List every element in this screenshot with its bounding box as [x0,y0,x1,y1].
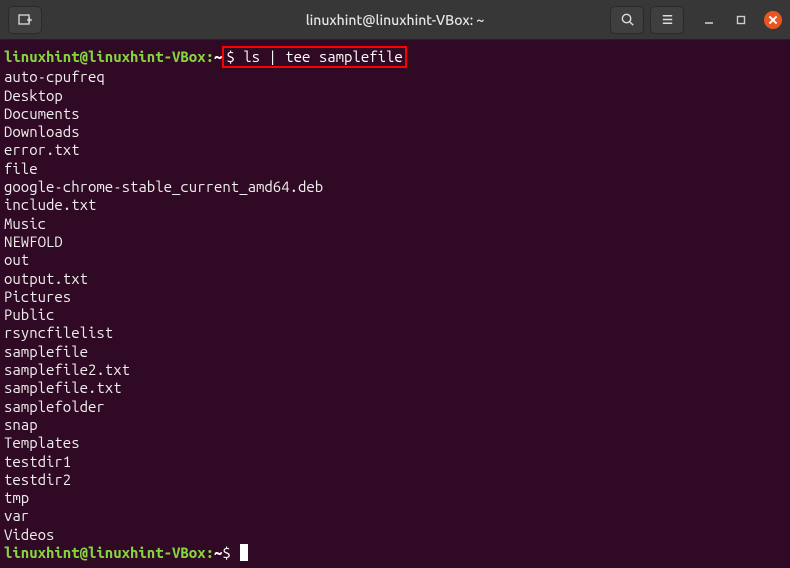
output-line: samplefolder [4,398,786,416]
output-line: testdir1 [4,453,786,471]
close-button[interactable] [764,11,782,29]
command-line-1: linuxhint@linuxhint-VBox:~$ ls | tee sam… [4,46,786,68]
titlebar-left-group [8,6,42,34]
window-titlebar: linuxhint@linuxhint-VBox: ~ [0,0,790,40]
maximize-icon [735,14,747,26]
search-icon [620,12,635,27]
output-line: samplefile.txt [4,379,786,397]
terminal-cursor [240,544,248,561]
maximize-button[interactable] [732,11,750,29]
prompt-symbol: $ [222,544,239,561]
output-line: samplefile [4,343,786,361]
output-line: file [4,160,786,178]
output-line: snap [4,416,786,434]
output-line: google-chrome-stable_current_amd64.deb [4,178,786,196]
output-line: var [4,507,786,525]
output-line: testdir2 [4,471,786,489]
new-tab-button[interactable] [8,6,42,34]
output-line: tmp [4,489,786,507]
output-line: Music [4,215,786,233]
output-line: Desktop [4,87,786,105]
search-button[interactable] [610,6,644,34]
output-line: out [4,251,786,269]
window-controls [700,11,782,29]
prompt-path: ~ [214,48,222,65]
highlighted-command-box: $ ls | tee samplefile [222,46,406,68]
output-line: Videos [4,526,786,544]
prompt-user-host: linuxhint@linuxhint-VBox: [4,544,214,561]
output-line: Public [4,306,786,324]
prompt-user-host: linuxhint@linuxhint-VBox: [4,48,214,65]
output-line: error.txt [4,141,786,159]
window-title: linuxhint@linuxhint-VBox: ~ [306,12,485,28]
output-line: samplefile2.txt [4,361,786,379]
new-tab-icon [17,12,33,28]
output-line: Downloads [4,123,786,141]
output-line: auto-cpufreq [4,68,786,86]
command-text: ls | tee samplefile [243,48,403,65]
terminal-content[interactable]: linuxhint@linuxhint-VBox:~$ ls | tee sam… [0,40,790,568]
output-line: include.txt [4,196,786,214]
titlebar-right-group [610,6,782,34]
output-line: Templates [4,434,786,452]
minimize-button[interactable] [700,11,718,29]
output-line: NEWFOLD [4,233,786,251]
prompt-symbol: $ [226,48,243,65]
menu-button[interactable] [650,6,684,34]
output-line: rsyncfilelist [4,324,786,342]
output-line: Pictures [4,288,786,306]
hamburger-icon [660,12,675,27]
minimize-icon [703,14,715,26]
output-line: Documents [4,105,786,123]
output-line: output.txt [4,270,786,288]
close-icon [767,14,779,26]
